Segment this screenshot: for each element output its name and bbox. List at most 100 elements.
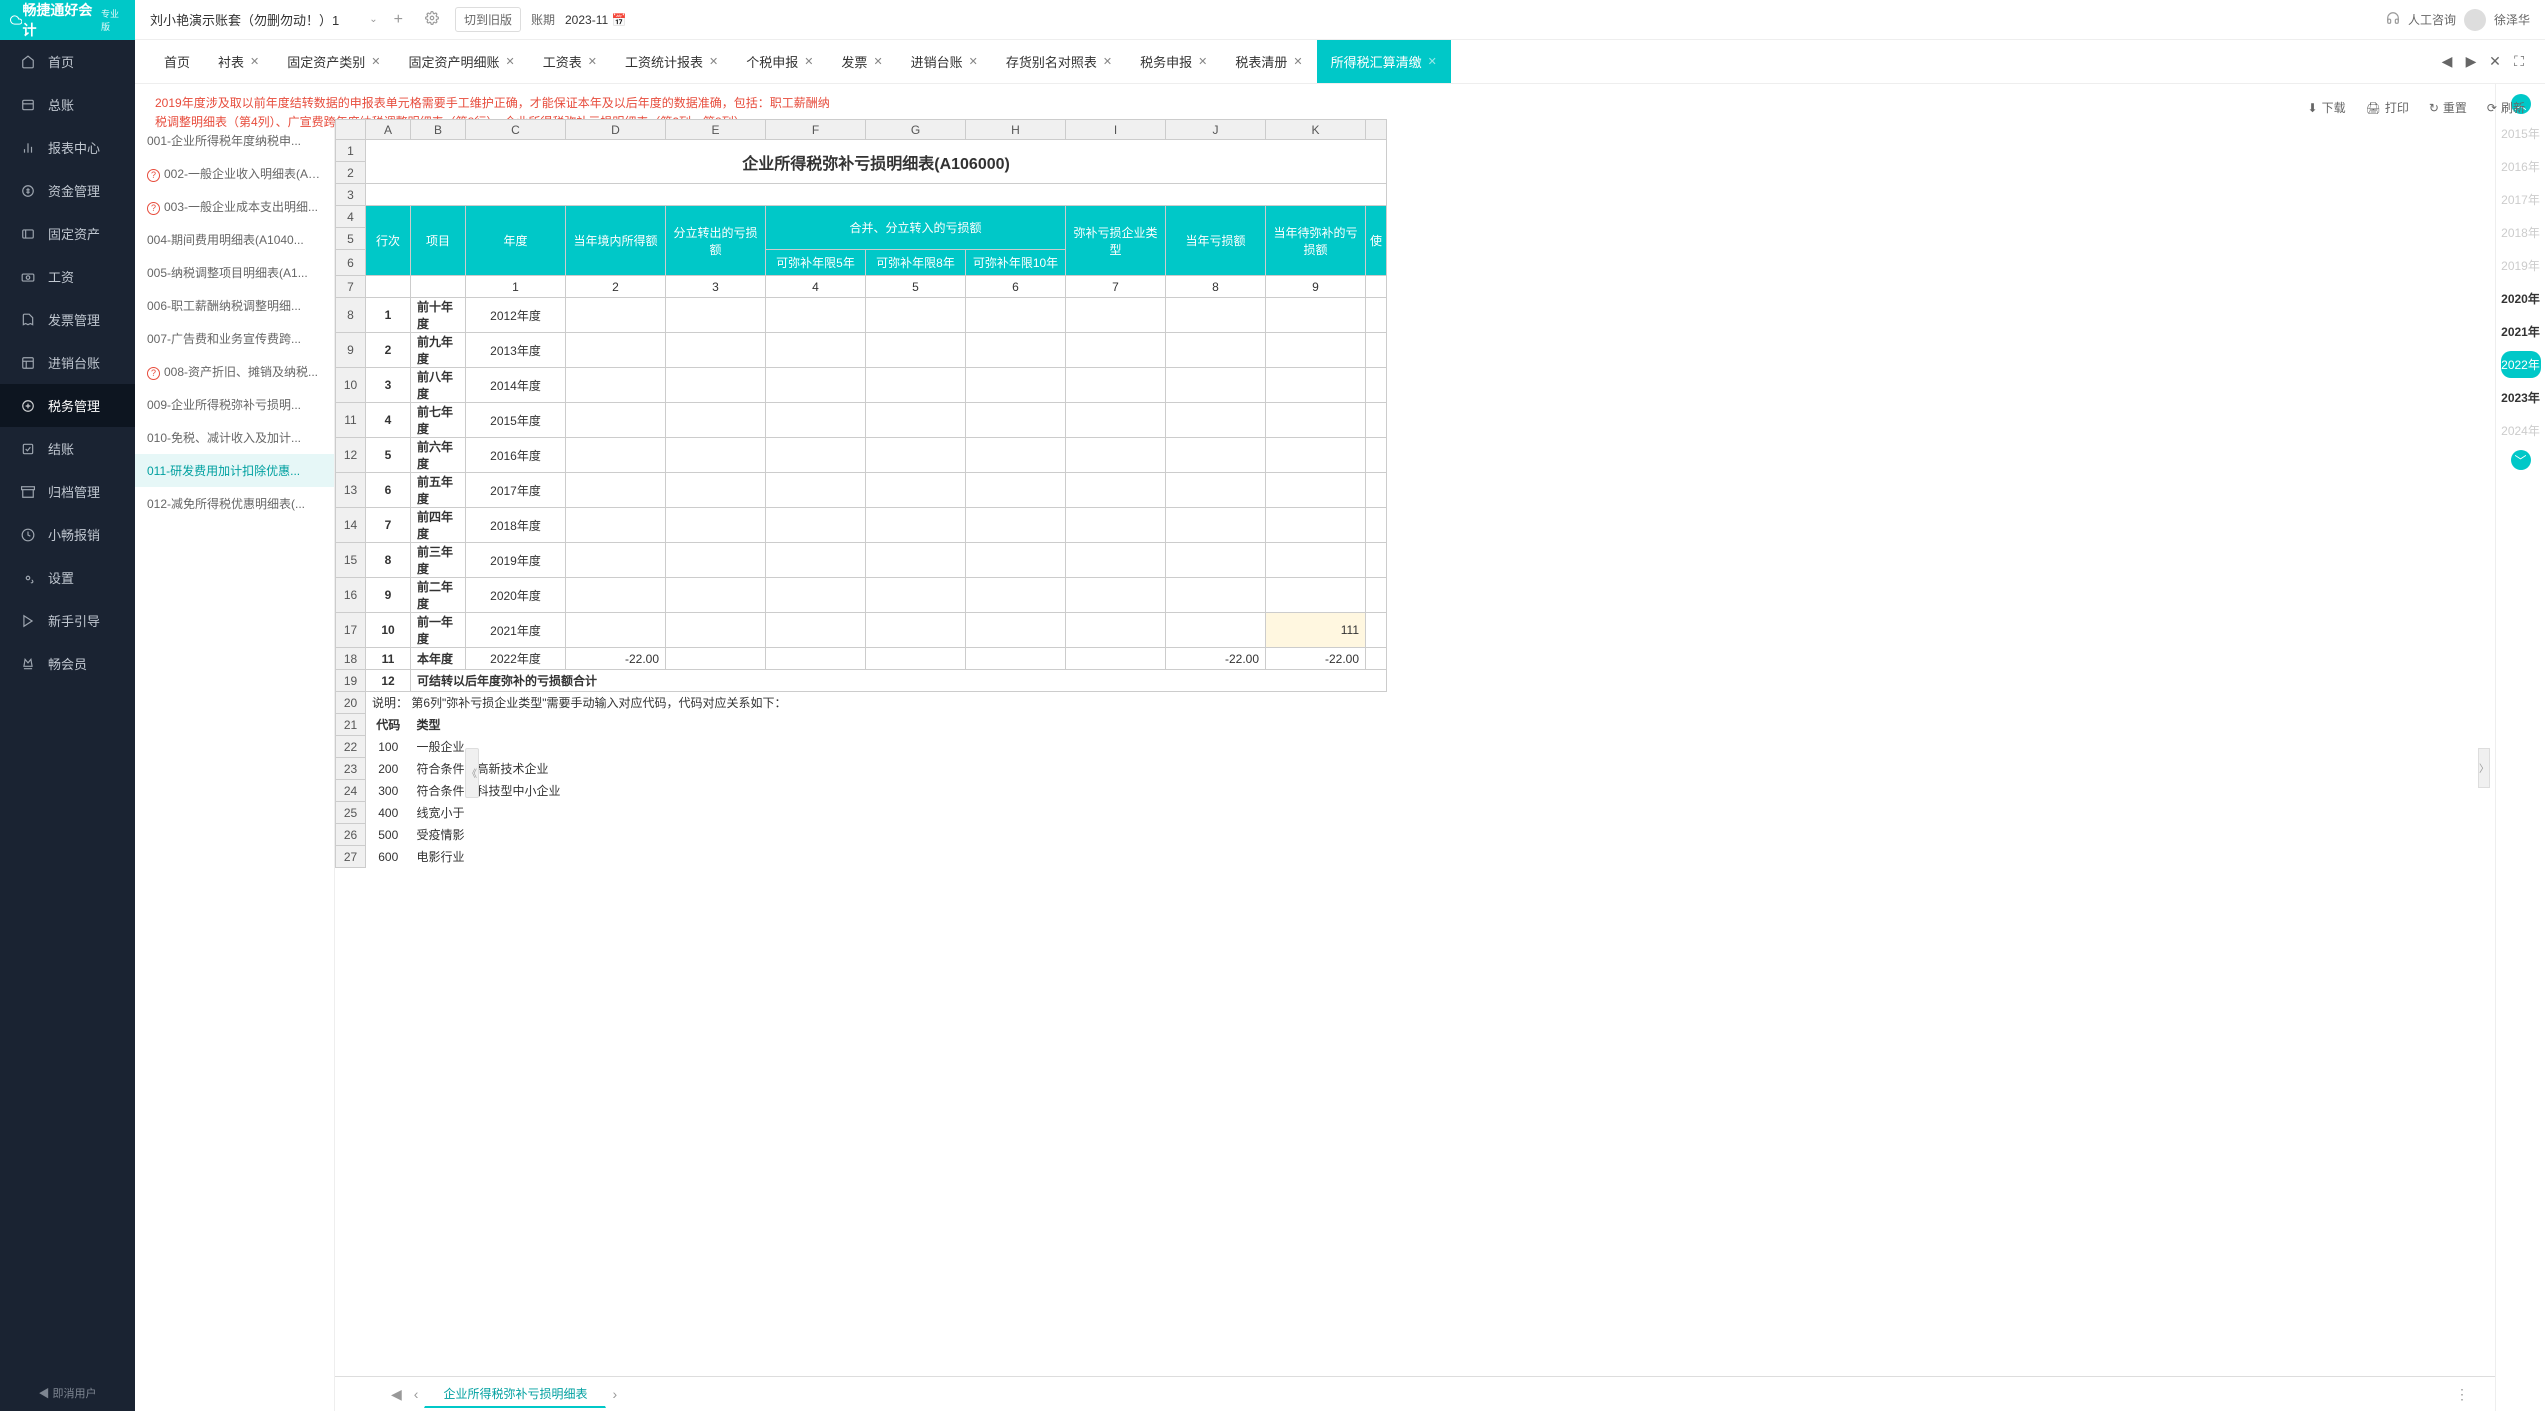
tab[interactable]: 工资表✕ [529,40,611,83]
cell[interactable]: 10 [366,613,411,648]
sheet-menu-icon[interactable]: ⋮ [2449,1386,2475,1403]
cell[interactable] [666,508,766,543]
cell[interactable] [1266,578,1366,613]
cell[interactable]: 2019年度 [466,543,566,578]
cell[interactable]: 2022年度 [466,648,566,670]
tab[interactable]: 固定资产明细账✕ [394,40,528,83]
cell[interactable] [1266,333,1366,368]
cell[interactable] [766,298,866,333]
year-down-icon[interactable]: ﹀ [2511,450,2531,470]
download-button[interactable]: ⬇下载 [2308,99,2346,116]
cell[interactable] [566,368,666,403]
cell[interactable]: 1 [466,276,566,298]
year-button[interactable]: 2024年 [2501,417,2541,444]
row-header[interactable]: 2 [336,162,366,184]
cell[interactable]: 3 [366,368,411,403]
expand-handle-icon[interactable]: 〉 [2478,748,2490,788]
cell[interactable] [766,438,866,473]
cell[interactable]: 前一年度 [411,613,466,648]
period-value[interactable]: 2023-11 📅 [565,13,626,27]
col-header[interactable]: D [566,120,666,140]
sidebar-item-vip[interactable]: 畅会员 [0,642,135,685]
col-header[interactable]: E [666,120,766,140]
cell[interactable]: 5 [366,438,411,473]
close-icon[interactable]: ✕ [1428,55,1437,68]
cell[interactable] [566,508,666,543]
cell[interactable] [866,613,966,648]
switch-version-button[interactable]: 切到旧版 [455,7,521,32]
close-icon[interactable]: ✕ [506,55,515,68]
cell[interactable]: -22.00 [1166,648,1266,670]
cell[interactable]: 2014年度 [466,368,566,403]
cell[interactable] [1066,613,1166,648]
gear-icon[interactable] [419,11,445,28]
cell[interactable]: 5 [866,276,966,298]
close-icon[interactable]: ✕ [804,55,813,68]
year-button[interactable]: 2022年 [2501,351,2541,378]
cell[interactable] [666,578,766,613]
cell[interactable] [1366,543,1387,578]
row-header[interactable]: 5 [336,228,366,250]
consult-link[interactable]: 人工咨询 [2408,11,2456,28]
cell[interactable] [866,298,966,333]
form-list-item[interactable]: 007-广告费和业务宣传费跨... [135,322,334,355]
cell[interactable] [1166,333,1266,368]
reset-button[interactable]: ↻重置 [2429,99,2467,116]
col-header[interactable]: I [1066,120,1166,140]
year-button[interactable]: 2021年 [2501,318,2541,345]
sidebar-item-close[interactable]: 结账 [0,427,135,470]
form-list-item[interactable]: 004-期间费用明细表(A1040... [135,223,334,256]
cell[interactable]: 2021年度 [466,613,566,648]
form-list-item[interactable]: 010-免税、减计收入及加计... [135,421,334,454]
cell[interactable]: 2018年度 [466,508,566,543]
sidebar-item-invoice[interactable]: 发票管理 [0,298,135,341]
row-header[interactable]: 12 [336,438,366,473]
row-header[interactable]: 23 [336,758,366,780]
cell[interactable] [566,438,666,473]
cell[interactable]: 4 [366,403,411,438]
cell[interactable] [566,543,666,578]
tab[interactable]: 存货别名对照表✕ [992,40,1126,83]
cell[interactable] [766,368,866,403]
cell[interactable]: 2020年度 [466,578,566,613]
cell[interactable]: 12 [366,670,411,692]
tab[interactable]: 进销台账✕ [897,40,992,83]
sidebar-item-salary[interactable]: 工资 [0,255,135,298]
row-header[interactable]: 16 [336,578,366,613]
cell[interactable] [866,368,966,403]
close-icon[interactable]: ✕ [588,55,597,68]
cell[interactable] [866,333,966,368]
sheet-next-icon[interactable]: › [606,1386,623,1402]
cell[interactable] [1366,578,1387,613]
cell[interactable] [766,543,866,578]
cell[interactable] [1166,438,1266,473]
cell[interactable]: 1 [366,298,411,333]
col-header[interactable]: B [411,120,466,140]
cell[interactable] [566,613,666,648]
cell[interactable] [1366,403,1387,438]
cell[interactable]: -22.00 [1266,648,1366,670]
cell[interactable]: 前九年度 [411,333,466,368]
cell[interactable] [966,473,1066,508]
tab[interactable]: 工资统计报表✕ [611,40,732,83]
cell[interactable]: 前三年度 [411,543,466,578]
row-header[interactable]: 11 [336,403,366,438]
row-header[interactable]: 3 [336,184,366,206]
cell[interactable] [1266,473,1366,508]
close-icon[interactable]: ✕ [371,55,380,68]
cell[interactable]: 2017年度 [466,473,566,508]
cell[interactable] [966,333,1066,368]
cell[interactable] [1166,298,1266,333]
cell[interactable]: 2 [566,276,666,298]
col-header[interactable]: J [1166,120,1266,140]
cell[interactable] [666,333,766,368]
cell[interactable]: 6 [966,276,1066,298]
cell[interactable] [966,298,1066,333]
cell[interactable] [666,368,766,403]
close-icon[interactable]: ✕ [1293,55,1302,68]
row-header[interactable]: 1 [336,140,366,162]
col-header[interactable]: H [966,120,1066,140]
cell[interactable]: 前六年度 [411,438,466,473]
username[interactable]: 徐泽华 [2494,11,2530,28]
close-icon[interactable]: ✕ [709,55,718,68]
